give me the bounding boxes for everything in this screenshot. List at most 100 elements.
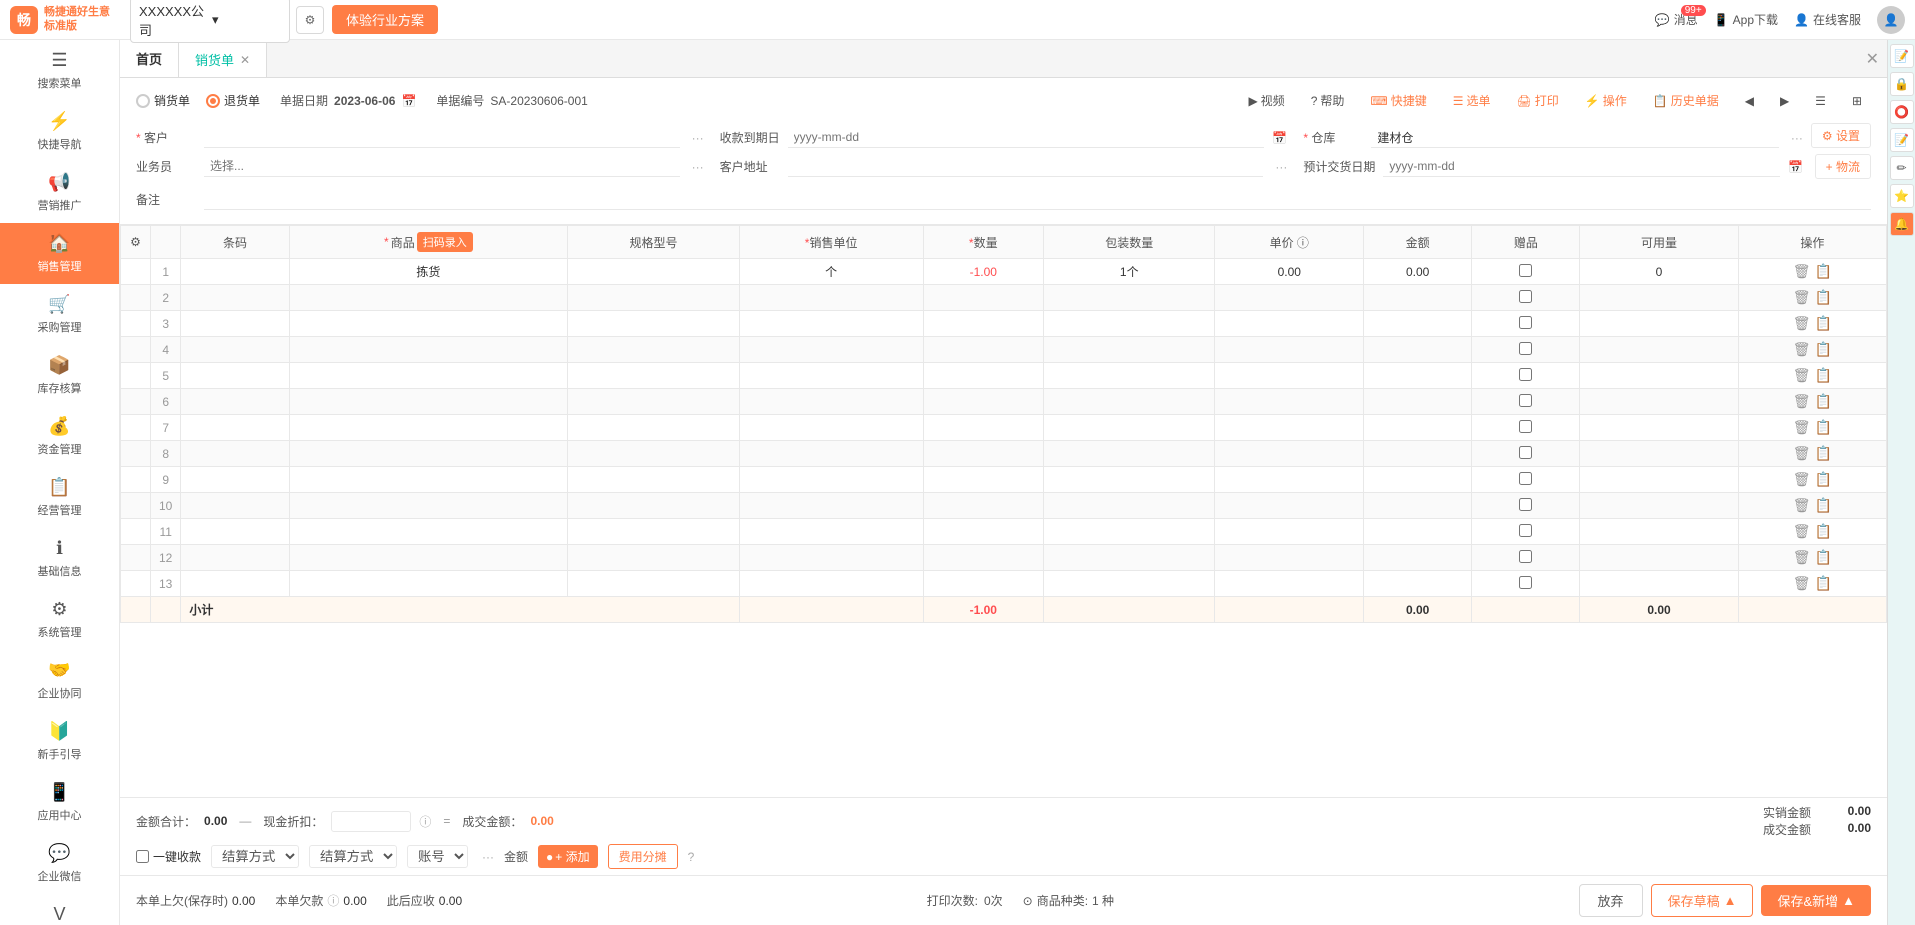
one-click-pay-checkbox[interactable] — [136, 850, 149, 863]
settlement-method-select[interactable]: 结算方式 — [211, 845, 299, 868]
scan-btn[interactable]: 扫码录入 — [417, 232, 473, 252]
cell-barcode[interactable] — [181, 311, 289, 337]
cell-unit[interactable] — [739, 415, 923, 441]
gift-checkbox-11[interactable] — [1519, 524, 1532, 537]
cell-unit-price[interactable] — [1215, 493, 1364, 519]
gift-checkbox-8[interactable] — [1519, 446, 1532, 459]
cell-unit-price[interactable] — [1215, 571, 1364, 597]
delete-icon-9[interactable]: 🗑 — [1793, 471, 1811, 488]
toolbar-nav-next[interactable]: ▶ — [1771, 90, 1798, 112]
gift-checkbox-4[interactable] — [1519, 342, 1532, 355]
cell-amount[interactable] — [1364, 493, 1472, 519]
radio-sales-bill[interactable]: 销货单 — [136, 92, 190, 109]
cell-pkg-qty[interactable] — [1044, 571, 1215, 597]
copy-icon-2[interactable]: 📋 — [1814, 289, 1831, 306]
settings-gear-btn[interactable]: ⚙ — [296, 6, 324, 34]
cell-unit[interactable] — [739, 285, 923, 311]
cell-spec[interactable] — [568, 311, 739, 337]
cell-pkg-qty[interactable] — [1044, 285, 1215, 311]
cell-product[interactable] — [289, 441, 568, 467]
company-selector[interactable]: XXXXXX公司 ▾ — [130, 0, 290, 43]
expected-delivery-input[interactable] — [1383, 156, 1780, 177]
right-panel-btn-3[interactable]: ⭕ — [1890, 100, 1914, 124]
gift-checkbox-2[interactable] — [1519, 290, 1532, 303]
cell-amount[interactable] — [1364, 545, 1472, 571]
salesperson-input[interactable] — [204, 156, 680, 177]
cell-product[interactable] — [289, 493, 568, 519]
save-draft-btn[interactable]: 保存草稿 ▲ — [1651, 884, 1754, 917]
cell-pkg-qty[interactable] — [1044, 311, 1215, 337]
cell-unit-price[interactable] — [1215, 441, 1364, 467]
toolbar-nav-prev[interactable]: ◀ — [1736, 90, 1763, 112]
cell-spec[interactable] — [568, 415, 739, 441]
cell-unit[interactable] — [739, 389, 923, 415]
cell-barcode[interactable] — [181, 389, 289, 415]
cell-spec[interactable] — [568, 571, 739, 597]
cell-amount[interactable] — [1364, 467, 1472, 493]
cell-unit[interactable] — [739, 363, 923, 389]
cell-unit-price[interactable] — [1215, 389, 1364, 415]
cell-qty[interactable] — [923, 519, 1043, 545]
copy-icon-12[interactable]: 📋 — [1814, 549, 1831, 566]
cell-qty[interactable] — [923, 311, 1043, 337]
sidebar-item-new-guide[interactable]: 🔰 新手引导 — [0, 711, 119, 772]
copy-icon-1[interactable]: 📋 — [1814, 263, 1831, 280]
cell-barcode[interactable] — [181, 467, 289, 493]
account-select[interactable]: 账号 — [407, 845, 468, 868]
cell-pkg-qty[interactable] — [1044, 493, 1215, 519]
cell-unit[interactable] — [739, 441, 923, 467]
cell-pkg-qty[interactable] — [1044, 441, 1215, 467]
delete-icon-3[interactable]: 🗑 — [1793, 315, 1811, 332]
cell-unit[interactable] — [739, 571, 923, 597]
sidebar-item-app-center[interactable]: 📱 应用中心 — [0, 772, 119, 833]
toolbar-list-view1[interactable]: ☰ — [1806, 90, 1835, 112]
cell-amount[interactable] — [1364, 441, 1472, 467]
cell-spec[interactable] — [568, 493, 739, 519]
toolbar-select-order[interactable]: ☰选单 — [1444, 88, 1500, 113]
sidebar-item-sales-mgmt[interactable]: 🏠 销售管理 — [0, 223, 119, 284]
sidebar-item-enterprise-collab[interactable]: 🤝 企业协同 — [0, 650, 119, 711]
cell-amount[interactable] — [1364, 311, 1472, 337]
toolbar-help[interactable]: ?帮助 — [1302, 88, 1354, 113]
cell-unit-price[interactable] — [1215, 363, 1364, 389]
cell-amount[interactable]: 0.00 — [1364, 259, 1472, 285]
gift-checkbox-9[interactable] — [1519, 472, 1532, 485]
toolbar-history[interactable]: 📋历史单据 — [1644, 88, 1728, 113]
copy-icon-13[interactable]: 📋 — [1814, 575, 1831, 592]
delete-icon-5[interactable]: 🗑 — [1793, 367, 1811, 384]
gift-checkbox-13[interactable] — [1519, 576, 1532, 589]
sidebar-item-inventory[interactable]: 📦 库存核算 — [0, 345, 119, 406]
cell-amount[interactable] — [1364, 285, 1472, 311]
cell-spec[interactable] — [568, 441, 739, 467]
cell-qty[interactable] — [923, 363, 1043, 389]
copy-icon-6[interactable]: 📋 — [1814, 393, 1831, 410]
cell-spec[interactable] — [568, 363, 739, 389]
settlement-method-select2[interactable]: 结算方式 — [309, 845, 397, 868]
gift-checkbox-6[interactable] — [1519, 394, 1532, 407]
delete-icon-6[interactable]: 🗑 — [1793, 393, 1811, 410]
cell-pkg-qty[interactable] — [1044, 467, 1215, 493]
sidebar-item-capital-mgmt[interactable]: 💰 资金管理 — [0, 406, 119, 467]
cell-product[interactable] — [289, 389, 568, 415]
copy-icon-4[interactable]: 📋 — [1814, 341, 1831, 358]
delete-icon-8[interactable]: 🗑 — [1793, 445, 1811, 462]
cell-barcode[interactable] — [181, 259, 289, 285]
gift-checkbox-7[interactable] — [1519, 420, 1532, 433]
tab-sales-order[interactable]: 销货单 ✕ — [179, 40, 267, 77]
gift-checkbox-1[interactable] — [1519, 264, 1532, 277]
save-new-btn[interactable]: 保存&新增 ▲ — [1761, 885, 1871, 916]
copy-icon-11[interactable]: 📋 — [1814, 523, 1831, 540]
sidebar-item-marketing[interactable]: 📢 营销推广 — [0, 162, 119, 223]
cell-spec[interactable] — [568, 259, 739, 285]
delivery-cal-icon[interactable]: 📅 — [1788, 160, 1803, 174]
right-panel-btn-7[interactable]: 🔔 — [1890, 212, 1914, 236]
cell-pkg-qty[interactable] — [1044, 415, 1215, 441]
cell-qty[interactable] — [923, 415, 1043, 441]
delete-icon-7[interactable]: 🗑 — [1793, 419, 1811, 436]
calendar-icon[interactable]: 📅 — [401, 94, 416, 108]
delete-icon-4[interactable]: 🗑 — [1793, 341, 1811, 358]
fee-split-btn[interactable]: 费用分摊 — [608, 844, 678, 869]
date-value[interactable]: 2023-06-06 — [334, 94, 395, 108]
cell-spec[interactable] — [568, 467, 739, 493]
cell-qty[interactable] — [923, 441, 1043, 467]
